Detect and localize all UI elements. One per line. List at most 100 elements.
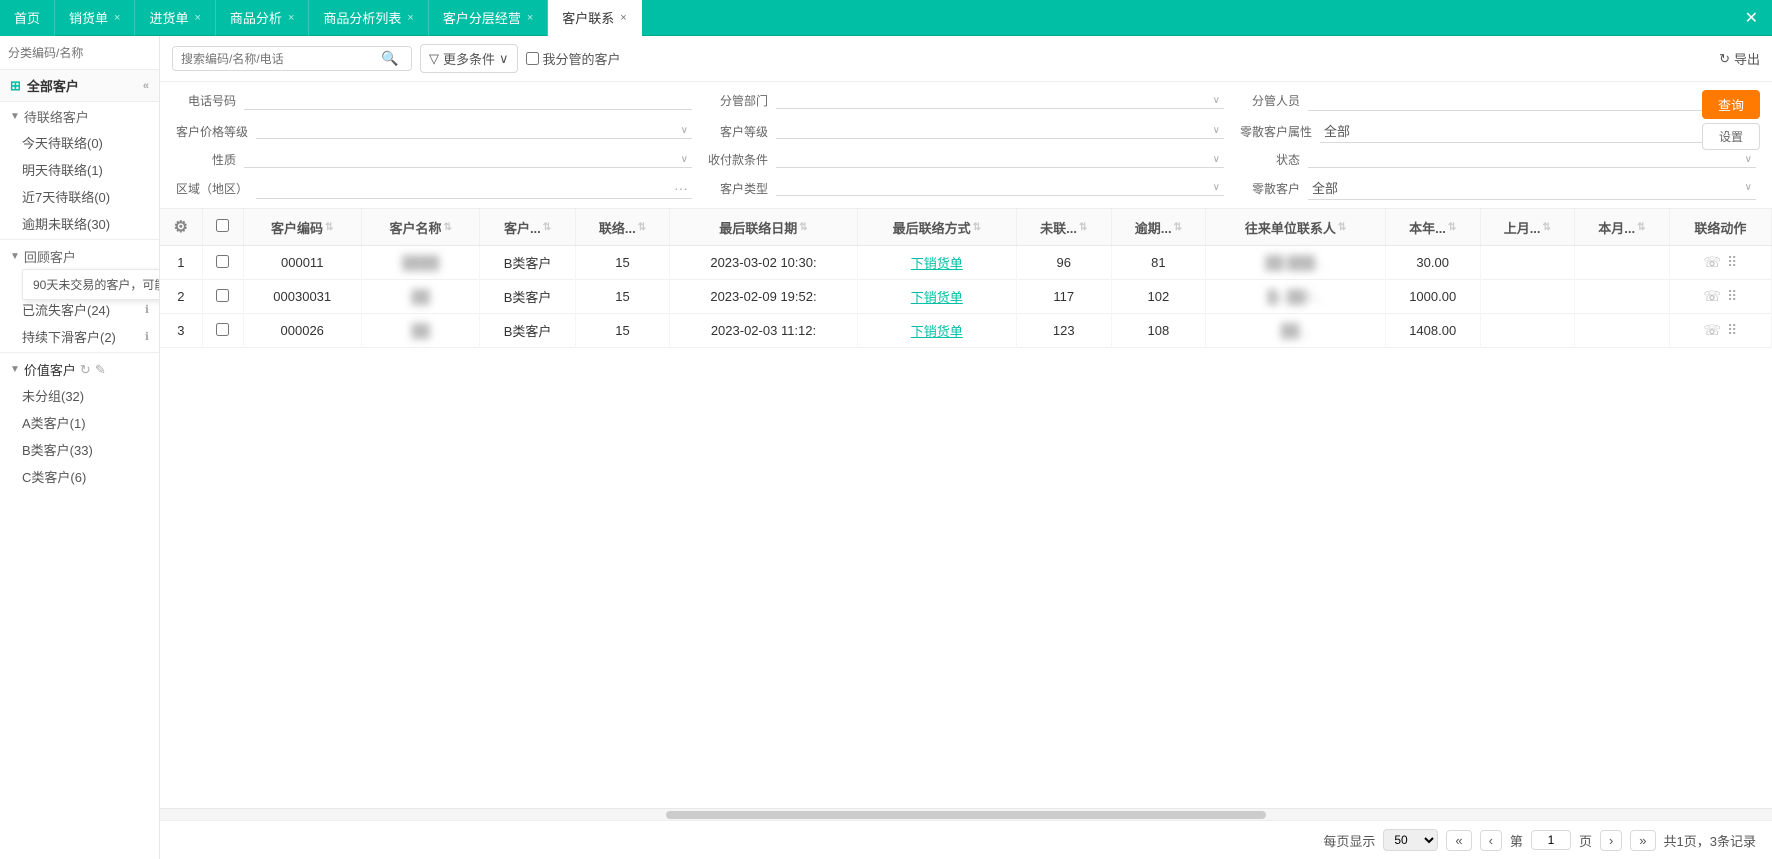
- sort-code-icon[interactable]: ⇅: [325, 222, 333, 233]
- tab-analysis-list[interactable]: 商品分析列表 ×: [309, 0, 428, 36]
- filter-price-level-select[interactable]: ∨: [256, 123, 692, 139]
- action-contact-icon-1[interactable]: ☏: [1703, 288, 1721, 305]
- filter-customer-level-select[interactable]: ∨: [776, 123, 1224, 139]
- close-all-button[interactable]: ✕: [1731, 8, 1772, 28]
- my-customers-checkbox-wrap[interactable]: 我分管的客户: [526, 49, 621, 68]
- sort-not-contacted-icon[interactable]: ⇅: [1079, 222, 1087, 233]
- tab-customer-tier[interactable]: 客户分层经营 ×: [429, 0, 548, 36]
- cell-last-method-2[interactable]: 下销货单: [857, 314, 1016, 348]
- sort-last-month-icon[interactable]: ⇅: [1543, 222, 1551, 233]
- sort-name-icon[interactable]: ⇅: [443, 222, 451, 233]
- action-more-icon-1[interactable]: ⠿: [1727, 288, 1737, 305]
- filter-gender-select[interactable]: ∨: [244, 152, 692, 168]
- row-checkbox-1[interactable]: [216, 289, 229, 302]
- first-page-button[interactable]: «: [1446, 830, 1471, 851]
- sort-contact-icon[interactable]: ⇅: [638, 222, 646, 233]
- info-icon-declining[interactable]: ℹ: [145, 330, 149, 343]
- filter-person-select[interactable]: ···: [1308, 90, 1756, 111]
- action-more-icon-0[interactable]: ⠿: [1727, 254, 1737, 271]
- edit-icon[interactable]: ✎: [95, 362, 106, 378]
- sidebar-item-a-class[interactable]: A类客户(1): [0, 409, 159, 436]
- search-icon-main[interactable]: 🔍: [381, 50, 398, 67]
- info-icon-churned[interactable]: ℹ: [145, 303, 149, 316]
- filter-payment-select[interactable]: ∨: [776, 152, 1224, 168]
- action-contact-icon-0[interactable]: ☏: [1703, 254, 1721, 271]
- per-page-select[interactable]: 50 100 200: [1383, 829, 1438, 851]
- cell-checkbox-2[interactable]: [202, 314, 243, 348]
- sort-contacts-icon[interactable]: ⇅: [1338, 222, 1346, 233]
- sort-last-method-icon[interactable]: ⇅: [973, 222, 981, 233]
- next-page-button[interactable]: ›: [1600, 830, 1622, 851]
- more-dots-region[interactable]: ···: [674, 180, 688, 196]
- cell-checkbox-1[interactable]: [202, 280, 243, 314]
- sidebar-item-ungrouped[interactable]: 未分组(32): [0, 382, 159, 409]
- gear-settings-icon[interactable]: ⚙: [174, 219, 188, 236]
- tab-customer-tier-close[interactable]: ×: [527, 12, 533, 24]
- sidebar-item-churned[interactable]: 已流失客户(24) ℹ: [0, 296, 159, 323]
- my-customers-checkbox[interactable]: [526, 52, 539, 65]
- all-customers-label: 全部客户: [27, 76, 79, 95]
- refresh-icon[interactable]: ↻: [80, 362, 91, 378]
- sidebar-group-review[interactable]: ▼ 回顾客户 90天未交易的客户，可能有流失风险。: [0, 242, 159, 269]
- last-method-link-0[interactable]: 下销货单: [911, 256, 963, 271]
- sort-this-month-icon[interactable]: ⇅: [1637, 222, 1645, 233]
- row-checkbox-2[interactable]: [216, 323, 229, 336]
- total-label: 共1页，3条记录: [1664, 831, 1756, 850]
- action-more-icon-2[interactable]: ⠿: [1727, 322, 1737, 339]
- filter-dept-select[interactable]: ∨: [776, 93, 1224, 109]
- tab-analysis-list-close[interactable]: ×: [407, 12, 413, 24]
- sort-last-date-icon[interactable]: ⇅: [799, 222, 807, 233]
- filter-region-select[interactable]: ···: [256, 178, 692, 199]
- filter-phone-label: 电话号码: [176, 92, 236, 109]
- sidebar-item-today-pending[interactable]: 今天待联络(0): [0, 129, 159, 156]
- tab-analysis[interactable]: 商品分析 ×: [216, 0, 309, 36]
- filter-zero-attr-select[interactable]: 全部 ∨: [1320, 119, 1756, 143]
- tab-customer-contact[interactable]: 客户联系 ×: [548, 0, 641, 36]
- tab-purchase-close[interactable]: ×: [194, 12, 200, 24]
- tab-purchase[interactable]: 进货单 ×: [135, 0, 215, 36]
- all-customers-header[interactable]: ⊞ 全部客户 «: [0, 70, 159, 102]
- sidebar-item-overdue-pending[interactable]: 逾期未联络(30): [0, 210, 159, 237]
- last-method-link-1[interactable]: 下销货单: [911, 290, 963, 305]
- sidebar-search-input[interactable]: [8, 46, 160, 60]
- sidebar-item-tomorrow-pending[interactable]: 明天待联络(1): [0, 156, 159, 183]
- sidebar-collapse-icon[interactable]: «: [143, 80, 149, 92]
- scroll-bar-area[interactable]: [160, 808, 1772, 820]
- filter-more-button[interactable]: ▽ 更多条件 ∨: [420, 44, 518, 73]
- sidebar-group-pending[interactable]: ▼ 待联络客户: [0, 102, 159, 129]
- sidebar-item-7days-pending[interactable]: 近7天待联络(0): [0, 183, 159, 210]
- action-contact-icon-2[interactable]: ☏: [1703, 322, 1721, 339]
- select-all-checkbox[interactable]: [216, 219, 229, 232]
- sort-this-year-icon[interactable]: ⇅: [1448, 222, 1456, 233]
- filter-customer-type-select[interactable]: ∨: [776, 180, 1224, 196]
- last-method-link-2[interactable]: 下销货单: [911, 324, 963, 339]
- filter-status-select[interactable]: ∨: [1308, 152, 1756, 168]
- filter-phone-input[interactable]: [244, 91, 692, 110]
- sort-type-icon[interactable]: ⇅: [543, 222, 551, 233]
- cell-last-method-1[interactable]: 下销货单: [857, 280, 1016, 314]
- scroll-thumb[interactable]: [666, 811, 1266, 819]
- sidebar-item-b-class[interactable]: B类客户(33): [0, 436, 159, 463]
- sidebar-item-c-class[interactable]: C类客户(6): [0, 463, 159, 490]
- page-input[interactable]: [1531, 830, 1571, 850]
- tab-sale-close[interactable]: ×: [114, 12, 120, 24]
- prev-page-button[interactable]: ‹: [1480, 830, 1502, 851]
- filter-zero-customer-select[interactable]: 全部 ∨: [1308, 176, 1756, 200]
- tab-analysis-close[interactable]: ×: [288, 12, 294, 24]
- last-page-button[interactable]: »: [1630, 830, 1655, 851]
- row-checkbox-0[interactable]: [216, 255, 229, 268]
- tab-home[interactable]: 首页: [0, 0, 55, 36]
- tab-customer-contact-close[interactable]: ×: [620, 12, 626, 24]
- sort-overdue-icon[interactable]: ⇅: [1174, 222, 1182, 233]
- search-input[interactable]: [181, 52, 381, 66]
- cell-checkbox-0[interactable]: [202, 246, 243, 280]
- settings-button[interactable]: 设置: [1702, 123, 1760, 150]
- sidebar-item-a-class-label: A类客户(1): [22, 413, 86, 432]
- cell-last-method-0[interactable]: 下销货单: [857, 246, 1016, 280]
- sidebar-group-value[interactable]: ▼ 价值客户 ↻ ✎: [0, 355, 159, 382]
- filter-row-gender: 性质 ∨: [176, 151, 692, 168]
- sidebar-item-declining[interactable]: 持续下滑客户(2) ℹ: [0, 323, 159, 350]
- export-button[interactable]: ↻ 导出: [1719, 49, 1760, 68]
- query-button[interactable]: 查询: [1702, 90, 1760, 119]
- tab-sale[interactable]: 销货单 ×: [55, 0, 135, 36]
